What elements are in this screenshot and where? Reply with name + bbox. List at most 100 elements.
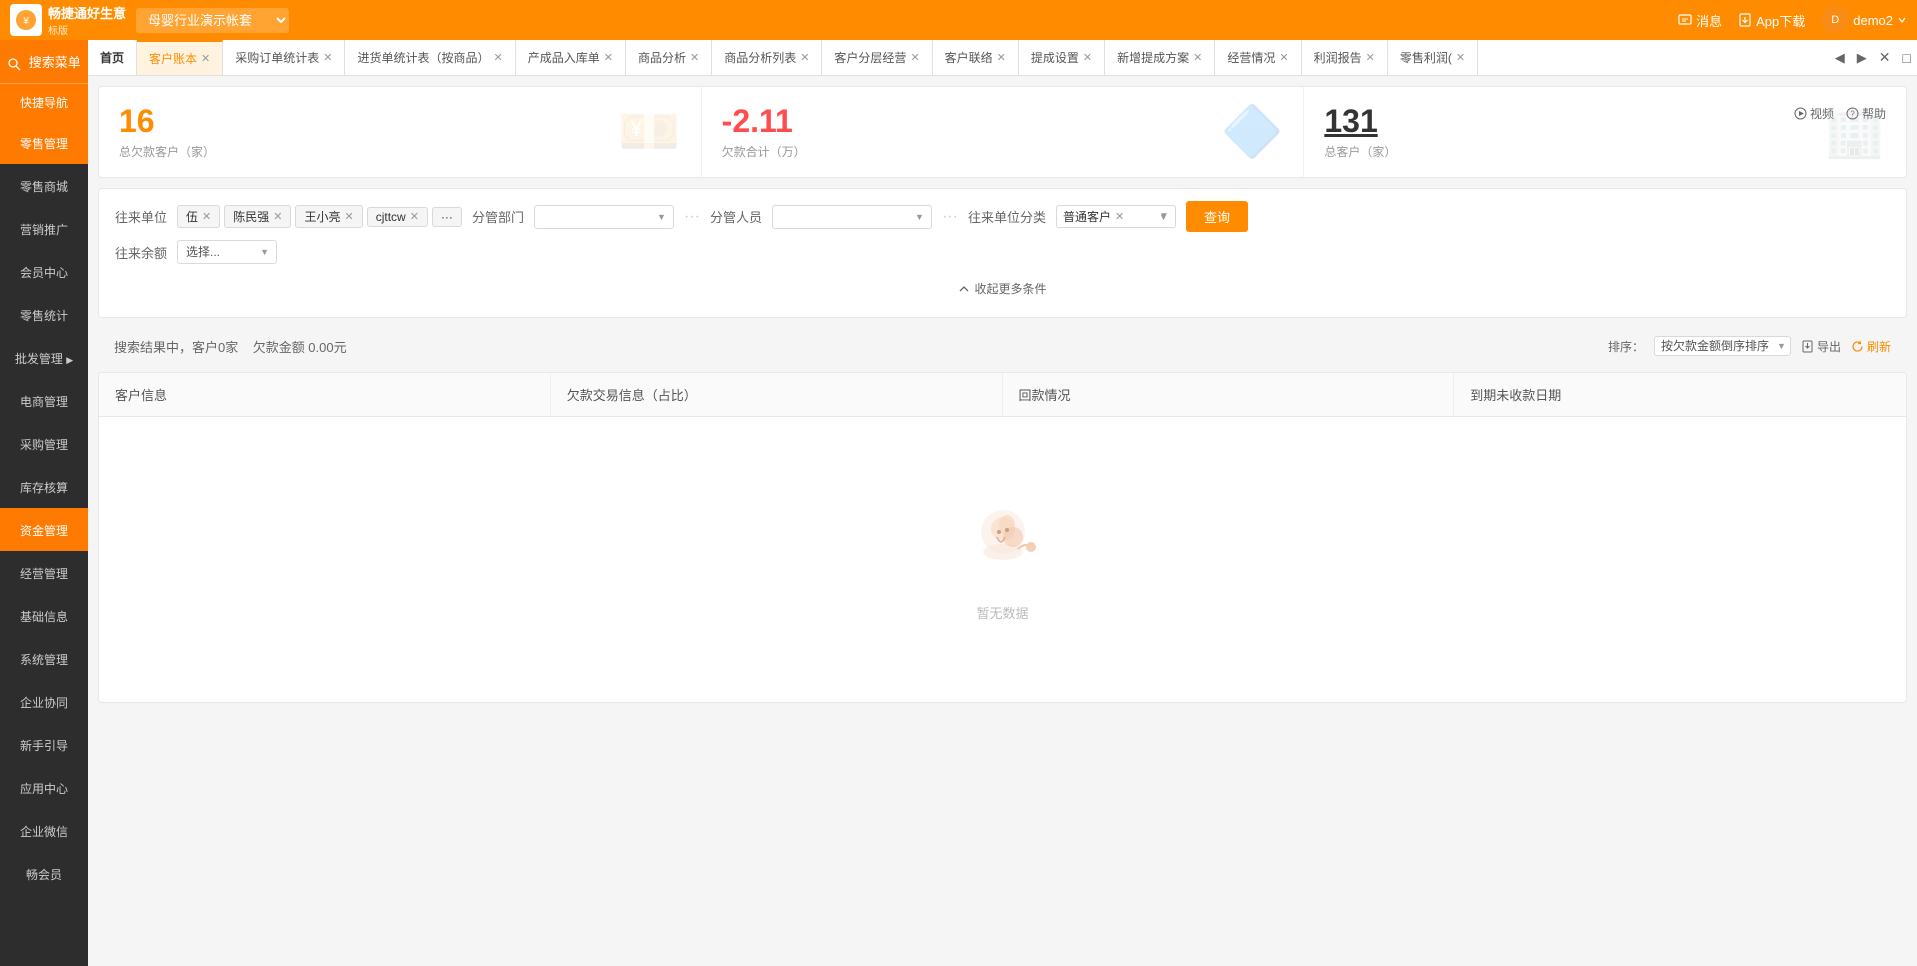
tab-profit_report[interactable]: 利润报告 ✕	[1302, 40, 1388, 76]
tab-close-cost_in[interactable]: ✕	[604, 51, 613, 64]
tab-close-promotion_settings[interactable]: ✕	[1083, 51, 1092, 64]
tab-bar-end: ◀ ▶ ✕ □	[1829, 40, 1917, 76]
app-download-link[interactable]: App下载	[1738, 11, 1805, 30]
unit-type-chevron[interactable]: ▼	[1159, 211, 1169, 222]
tag-wu-close[interactable]: ✕	[202, 210, 211, 223]
filter-area: 往来单位 伍 ✕ 陈民强 ✕ 王小亮	[98, 188, 1907, 318]
sidebar-item-label-enterprise: 企业协同	[0, 694, 88, 711]
col-debt-info: 欠款交易信息（占比）	[551, 373, 1003, 416]
tab-label-profit_report: 利润报告	[1314, 49, 1362, 66]
sidebar: 搜索菜单 快捷导航 零售管理零售商城营销推广会员中心零售统计批发管理 ▶电商管理…	[0, 40, 88, 966]
sidebar-item-label-vip: 畅会员	[0, 866, 88, 883]
sidebar-item-basic[interactable]: 基础信息	[0, 594, 88, 637]
tag-wang-close[interactable]: ✕	[345, 210, 354, 223]
tag-chen: 陈民强 ✕	[224, 205, 291, 228]
top-bar-right: 消息 App下载 D demo2	[1678, 6, 1907, 34]
tab-product_analysis[interactable]: 商品分析✕	[626, 40, 712, 76]
tab-close-customer_tier[interactable]: ✕	[910, 51, 919, 64]
message-link[interactable]: 消息	[1678, 11, 1722, 30]
tab-customer_tier[interactable]: 客户分层经营✕	[822, 40, 932, 76]
empty-icon	[963, 497, 1043, 591]
tab-maximize[interactable]: □	[1897, 40, 1917, 76]
sidebar-item-newbie[interactable]: 新手引导	[0, 723, 88, 766]
sidebar-item-apps[interactable]: 应用中心	[0, 766, 88, 809]
tag-more[interactable]: ···	[432, 207, 462, 227]
col-customer-info: 客户信息	[99, 373, 551, 416]
unit-tags: 伍 ✕ 陈民强 ✕ 王小亮 ✕	[177, 205, 462, 228]
sidebar-quick-nav[interactable]: 快捷导航	[0, 83, 88, 121]
person-select[interactable]	[772, 205, 932, 229]
tab-close-product_analysis[interactable]: ✕	[690, 51, 699, 64]
tab-stock_stats[interactable]: 进货单统计表（按商品）✕	[345, 40, 515, 76]
sidebar-item-label-wechat: 企业微信	[0, 823, 88, 840]
tab-close-stock_stats[interactable]: ✕	[494, 51, 503, 64]
tab-close-profit_report[interactable]: ✕	[1366, 51, 1375, 64]
sidebar-item-label-basic: 基础信息	[0, 608, 88, 625]
tab-close-retail_profit[interactable]: ✕	[1456, 51, 1465, 64]
stat-bg-icon-total: 🏢	[1824, 103, 1886, 162]
tag-wu: 伍 ✕	[177, 205, 220, 228]
query-button[interactable]: 查询	[1186, 201, 1248, 232]
sidebar-search[interactable]: 搜索菜单	[0, 40, 88, 83]
tab-close-new_promotion[interactable]: ✕	[1193, 51, 1202, 64]
tab-purchase_orders[interactable]: 采购订单统计表✕	[223, 40, 345, 76]
stat-number-customers: 16	[119, 105, 681, 137]
sidebar-item-wechat[interactable]: 企业微信	[0, 809, 88, 852]
tab-retail_profit[interactable]: 零售利润( ✕	[1388, 40, 1478, 76]
sidebar-item-label-retail_stats: 零售统计	[0, 307, 88, 324]
tab-close-accounts[interactable]: ✕	[201, 52, 210, 65]
tab-accounts[interactable]: 客户账本✕	[137, 40, 223, 76]
tab-home[interactable]: 首页	[88, 40, 137, 76]
sidebar-item-operations[interactable]: 经营管理	[0, 551, 88, 594]
tab-cost_in[interactable]: 产成品入库单 ✕	[516, 40, 626, 76]
tab-close-customer_contact[interactable]: ✕	[997, 51, 1006, 64]
tab-close-all[interactable]: ✕	[1873, 40, 1897, 76]
sidebar-item-finance[interactable]: 资金管理	[0, 508, 88, 551]
tab-close-product_analysis_list[interactable]: ✕	[800, 51, 809, 64]
sidebar-item-vip[interactable]: 畅会员	[0, 852, 88, 895]
tab-label-cost_in: 产成品入库单	[528, 49, 600, 66]
sidebar-item-wholesale[interactable]: 批发管理 ▶	[0, 336, 88, 379]
top-bar: ¥ 畅捷通好生意 标版 母婴行业演示帐套 消息 App下载 D demo2	[0, 0, 1917, 40]
sidebar-item-inventory[interactable]: 库存核算	[0, 465, 88, 508]
sidebar-item-retail[interactable]: 零售管理	[0, 121, 88, 164]
tab-close-purchase_orders[interactable]: ✕	[323, 51, 332, 64]
tab-product_analysis_list[interactable]: 商品分析列表✕	[712, 40, 822, 76]
col-repayment: 回款情况	[1003, 373, 1455, 416]
export-button[interactable]: 导出	[1801, 338, 1841, 355]
sidebar-item-retail_stats[interactable]: 零售统计	[0, 293, 88, 336]
sidebar-item-member[interactable]: 会员中心	[0, 250, 88, 293]
tab-close-business_status[interactable]: ✕	[1279, 51, 1288, 64]
sidebar-item-label-apps: 应用中心	[0, 780, 88, 797]
sort-select[interactable]: 按欠款金额倒序排序	[1654, 336, 1791, 356]
tab-customer_contact[interactable]: 客户联络✕	[933, 40, 1019, 76]
tab-scroll-left[interactable]: ◀	[1829, 40, 1851, 76]
sidebar-item-system[interactable]: 系统管理	[0, 637, 88, 680]
user-area[interactable]: D demo2	[1821, 6, 1907, 34]
sidebar-item-purchase[interactable]: 采购管理	[0, 422, 88, 465]
refresh-button[interactable]: 刷新	[1851, 338, 1891, 355]
unit-type-tag-close[interactable]: ✕	[1115, 210, 1124, 223]
sidebar-item-label-system: 系统管理	[0, 651, 88, 668]
sidebar-item-ecommerce[interactable]: 电商管理	[0, 379, 88, 422]
stat-number-amount: -2.11	[722, 105, 1284, 137]
sidebar-item-retail_mall[interactable]: 零售商城	[0, 164, 88, 207]
tag-cjttcw-close[interactable]: ✕	[410, 210, 419, 223]
dept-select[interactable]	[534, 205, 674, 229]
person-more-icon[interactable]: ···	[942, 208, 958, 226]
balance-select[interactable]: 选择...	[177, 240, 277, 264]
sidebar-item-label-member: 会员中心	[0, 264, 88, 281]
tab-scroll-right[interactable]: ▶	[1851, 40, 1873, 76]
tab-business_status[interactable]: 经营情况✕	[1215, 40, 1301, 76]
sidebar-item-enterprise[interactable]: 企业协同	[0, 680, 88, 723]
collapse-button[interactable]: 收起更多条件	[115, 276, 1890, 301]
svg-text:¥: ¥	[22, 16, 29, 27]
tab-new_promotion[interactable]: 新增提成方案✕	[1105, 40, 1215, 76]
sort-select-wrap: 按欠款金额倒序排序	[1654, 336, 1791, 356]
tab-label-retail_profit: 零售利润(	[1400, 49, 1452, 66]
dept-more-icon[interactable]: ···	[684, 208, 700, 226]
tag-chen-close[interactable]: ✕	[273, 210, 282, 223]
sidebar-item-marketing[interactable]: 营销推广	[0, 207, 88, 250]
account-selector[interactable]: 母婴行业演示帐套	[136, 8, 289, 33]
tab-promotion_settings[interactable]: 提成设置✕	[1019, 40, 1105, 76]
